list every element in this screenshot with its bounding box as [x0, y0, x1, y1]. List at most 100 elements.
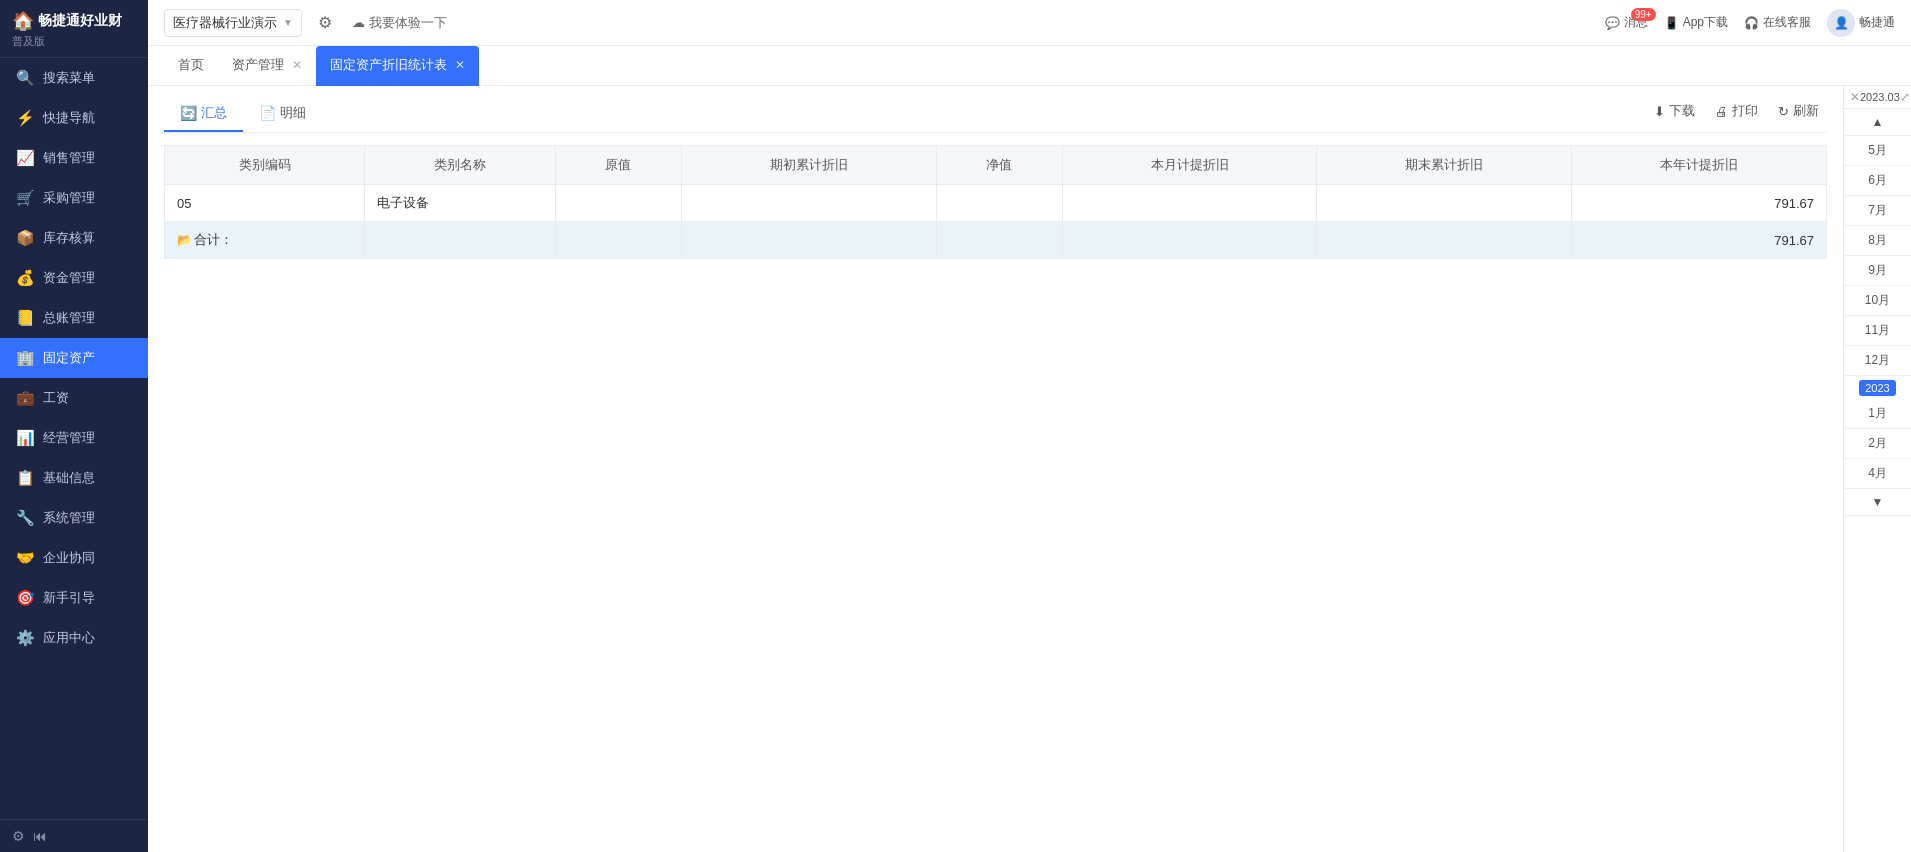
col-原值: 原值 [555, 146, 681, 185]
date-month-item[interactable]: 4月 [1844, 459, 1911, 489]
sidebar-item-ledger[interactable]: 📒 总账管理 [0, 298, 148, 338]
settings-footer-icon[interactable]: ⚙ [12, 828, 25, 844]
sidebar-item-label: 库存核算 [43, 229, 95, 247]
search-icon: 🔍 [16, 69, 35, 87]
download-button[interactable]: ⬇ 下载 [1646, 98, 1703, 124]
date-month-item[interactable]: 11月 [1844, 316, 1911, 346]
panel-date-label: 2023.03 [1860, 91, 1900, 103]
date-month-item[interactable]: 1月 [1844, 399, 1911, 429]
panel-expand-icon[interactable]: ⤢ [1900, 90, 1910, 104]
online-service-button[interactable]: 🎧 在线客服 [1744, 14, 1811, 31]
date-month-item[interactable]: 8月 [1844, 226, 1911, 256]
date-month-item[interactable]: 12月 [1844, 346, 1911, 376]
payroll-icon: 💼 [16, 389, 35, 407]
company-selector[interactable]: 医疗器械行业演示 ▼ [164, 9, 302, 37]
sidebar-item-purchase[interactable]: 🛒采购管理 [0, 178, 148, 218]
company-name: 医疗器械行业演示 [173, 14, 277, 32]
tab-home[interactable]: 首页 [164, 46, 218, 86]
tab-asset-mgmt[interactable]: 资产管理 ✕ [218, 46, 316, 86]
sidebar-item-sys-mgmt[interactable]: 🔧 系统管理 [0, 498, 148, 538]
sidebar-item-search[interactable]: 🔍 搜索菜单 [0, 58, 148, 98]
avatar: 👤 [1827, 9, 1855, 37]
trial-button[interactable]: ☁ 我要体验一下 [352, 14, 447, 32]
message-button[interactable]: 💬 消息 99+ [1605, 14, 1648, 31]
sidebar-item-basic-info[interactable]: 📋基础信息 [0, 458, 148, 498]
sidebar-nav: 🔍 搜索菜单 ⚡快捷导航 📈 销售管理 🛒采购管理📦库存核算 💰 资金管理 📒 总账管理 🏢 固定资产… [0, 58, 148, 819]
right-panel: ✕ 2023.03 ⤢ ▲5月6月7月8月9月10月11月12月20231月2月… [1843, 86, 1911, 852]
tab-close-icon[interactable]: ✕ [292, 58, 302, 72]
sidebar-item-cooperation[interactable]: 🤝企业协同 [0, 538, 148, 578]
toolbar: ⬇ 下载 🖨 打印 ↻ 刷新 [1646, 98, 1827, 124]
detail-sub-icon: 📄 [259, 105, 276, 121]
date-month-item[interactable]: 6月 [1844, 166, 1911, 196]
sidebar-item-label: 资金管理 [43, 269, 95, 287]
sidebar: 🏠 畅捷通好业财 普及版 🔍 搜索菜单 ⚡快捷导航 📈 销售管理 🛒采购管理📦库存核算 💰 资… [0, 0, 148, 852]
sidebar-item-operations[interactable]: 📊经营管理 [0, 418, 148, 458]
sidebar-item-inventory[interactable]: 📦库存核算 [0, 218, 148, 258]
table-wrapper: 类别编码类别名称原值期初累计折旧净值本月计提折旧期末累计折旧本年计提折旧 05电… [164, 145, 1827, 840]
date-month-item[interactable]: 2月 [1844, 429, 1911, 459]
main-content: 医疗器械行业演示 ▼ ⚙ ☁ 我要体验一下 💬 消息 99+ 📱 App下载 🎧… [148, 0, 1911, 852]
summary-label: 合计： [194, 232, 233, 247]
col-类别编码: 类别编码 [165, 146, 365, 185]
scroll-up-button[interactable]: ▲ [1844, 109, 1911, 136]
fixed-assets-icon: 🏢 [16, 349, 35, 367]
sidebar-item-label: 总账管理 [43, 309, 95, 327]
app-download-button[interactable]: 📱 App下载 [1664, 14, 1728, 31]
download-icon: ⬇ [1654, 104, 1665, 119]
sidebar-item-label: 快捷导航 [43, 109, 95, 127]
col-本年计提折旧: 本年计提折旧 [1572, 146, 1827, 185]
sidebar-logo: 🏠 畅捷通好业财 普及版 [0, 0, 148, 58]
panel-close-button[interactable]: ✕ [1850, 91, 1860, 103]
sys-mgmt-icon: 🔧 [16, 509, 35, 527]
service-icon: 🎧 [1744, 16, 1759, 30]
col-期末累计折旧: 期末累计折旧 [1317, 146, 1572, 185]
tabbar: 首页资产管理✕固定资产折旧统计表✕ [148, 46, 1911, 86]
refresh-button[interactable]: ↻ 刷新 [1770, 98, 1827, 124]
print-button[interactable]: 🖨 打印 [1707, 98, 1766, 124]
collapse-icon[interactable]: ⏮ [33, 828, 47, 844]
sub-tab-summary[interactable]: 🔄汇总 [164, 98, 243, 132]
scroll-down-button[interactable]: ▼ [1844, 489, 1911, 516]
topbar: 医疗器械行业演示 ▼ ⚙ ☁ 我要体验一下 💬 消息 99+ 📱 App下载 🎧… [148, 0, 1911, 46]
col-类别名称: 类别名称 [365, 146, 555, 185]
sidebar-item-quick-nav[interactable]: ⚡快捷导航 [0, 98, 148, 138]
summary-sub-icon: 🔄 [180, 105, 197, 121]
sub-tab-detail[interactable]: 📄明细 [243, 98, 322, 132]
guide-icon: 🎯 [16, 589, 35, 607]
print-icon: 🖨 [1715, 104, 1728, 119]
purchase-icon: 🛒 [16, 189, 35, 207]
message-icon: 💬 [1605, 16, 1620, 30]
sidebar-item-label: 销售管理 [43, 149, 95, 167]
date-month-item[interactable]: 9月 [1844, 256, 1911, 286]
sidebar-item-payroll[interactable]: 💼 工资 [0, 378, 148, 418]
sales-icon: 📈 [16, 149, 35, 167]
tab-close-icon[interactable]: ✕ [455, 58, 465, 72]
sidebar-item-app-center[interactable]: ⚙️应用中心 [0, 618, 148, 658]
sidebar-item-finance[interactable]: 💰 资金管理 [0, 258, 148, 298]
summary-icon: 📂 [177, 233, 192, 247]
app-center-icon: ⚙️ [16, 629, 35, 647]
sidebar-item-guide[interactable]: 🎯新手引导 [0, 578, 148, 618]
sidebar-item-sales[interactable]: 📈 销售管理 [0, 138, 148, 178]
logo-subtitle: 普及版 [12, 34, 136, 49]
sidebar-item-label: 系统管理 [43, 509, 95, 527]
sidebar-item-fixed-assets[interactable]: 🏢 固定资产 [0, 338, 148, 378]
topbar-settings-icon[interactable]: ⚙ [314, 9, 336, 36]
col-期初累计折旧: 期初累计折旧 [681, 146, 936, 185]
ledger-icon: 📒 [16, 309, 35, 327]
company-arrow-icon: ▼ [283, 17, 293, 28]
sidebar-item-label: 固定资产 [43, 349, 95, 367]
date-month-item[interactable]: 5月 [1844, 136, 1911, 166]
sidebar-item-label: 工资 [43, 389, 69, 407]
finance-icon: 💰 [16, 269, 35, 287]
inner-content: 🔄汇总📄明细 ⬇ 下载 🖨 打印 ↻ 刷新 [148, 86, 1843, 852]
user-profile[interactable]: 👤 畅捷通 [1827, 9, 1895, 37]
tab-label: 资产管理 [232, 56, 284, 74]
sidebar-item-label: 搜索菜单 [43, 69, 95, 87]
tab-depreciation[interactable]: 固定资产折旧统计表✕ [316, 46, 479, 86]
logo-title: 🏠 畅捷通好业财 [12, 10, 136, 32]
date-month-item[interactable]: 7月 [1844, 196, 1911, 226]
message-badge: 99+ [1631, 8, 1656, 21]
date-month-item[interactable]: 10月 [1844, 286, 1911, 316]
